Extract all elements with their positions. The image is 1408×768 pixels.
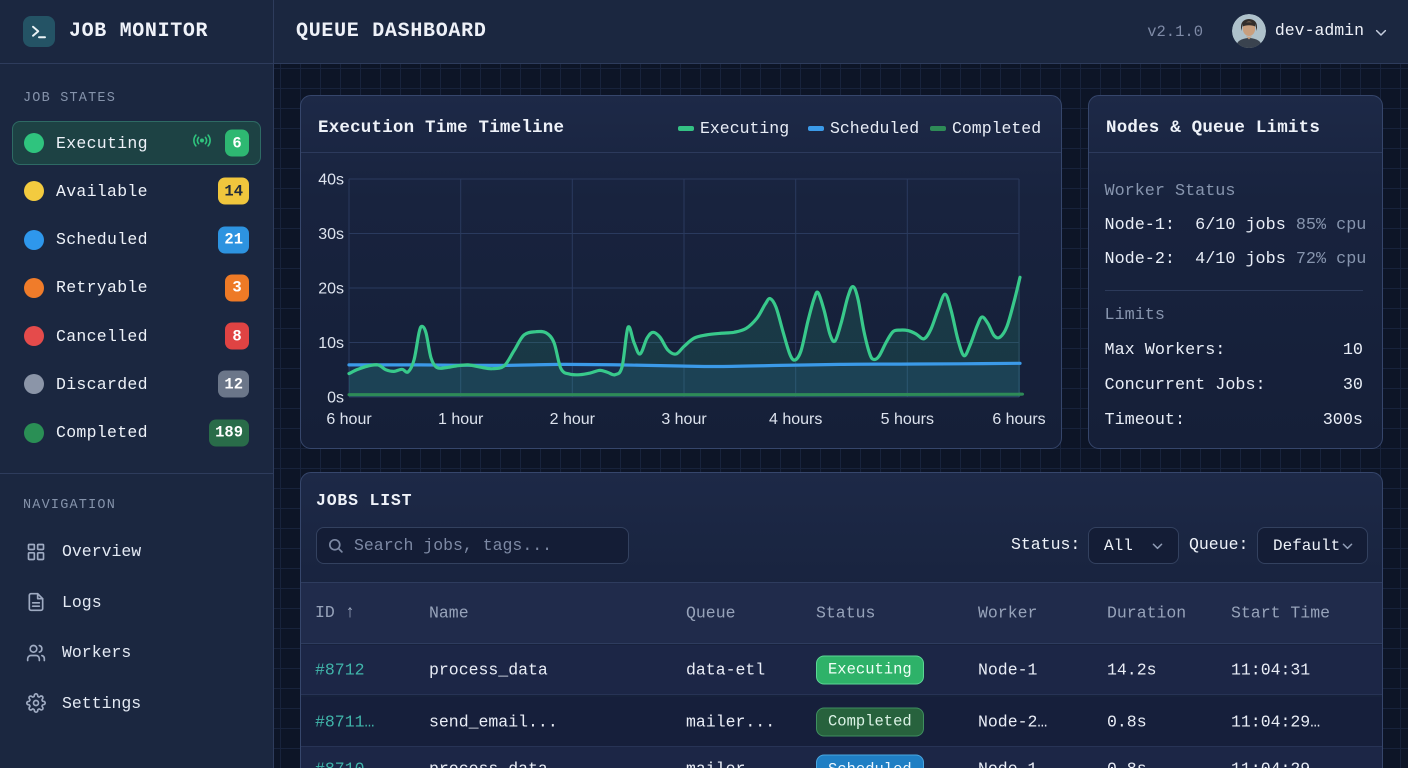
svg-text:3 hour: 3 hour [661, 411, 707, 428]
svg-text:5 hours: 5 hours [881, 411, 934, 428]
svg-text:1 hour: 1 hour [438, 411, 484, 428]
svg-text:2 hour: 2 hour [550, 411, 596, 428]
svg-text:6 hour: 6 hour [326, 411, 372, 428]
svg-text:4 hours: 4 hours [769, 411, 822, 428]
svg-text:0s: 0s [327, 390, 344, 407]
svg-text:6 hours: 6 hours [992, 411, 1045, 428]
svg-text:20s: 20s [318, 281, 344, 298]
svg-text:40s: 40s [318, 172, 344, 189]
svg-text:10s: 10s [318, 335, 344, 352]
svg-text:30s: 30s [318, 226, 344, 243]
